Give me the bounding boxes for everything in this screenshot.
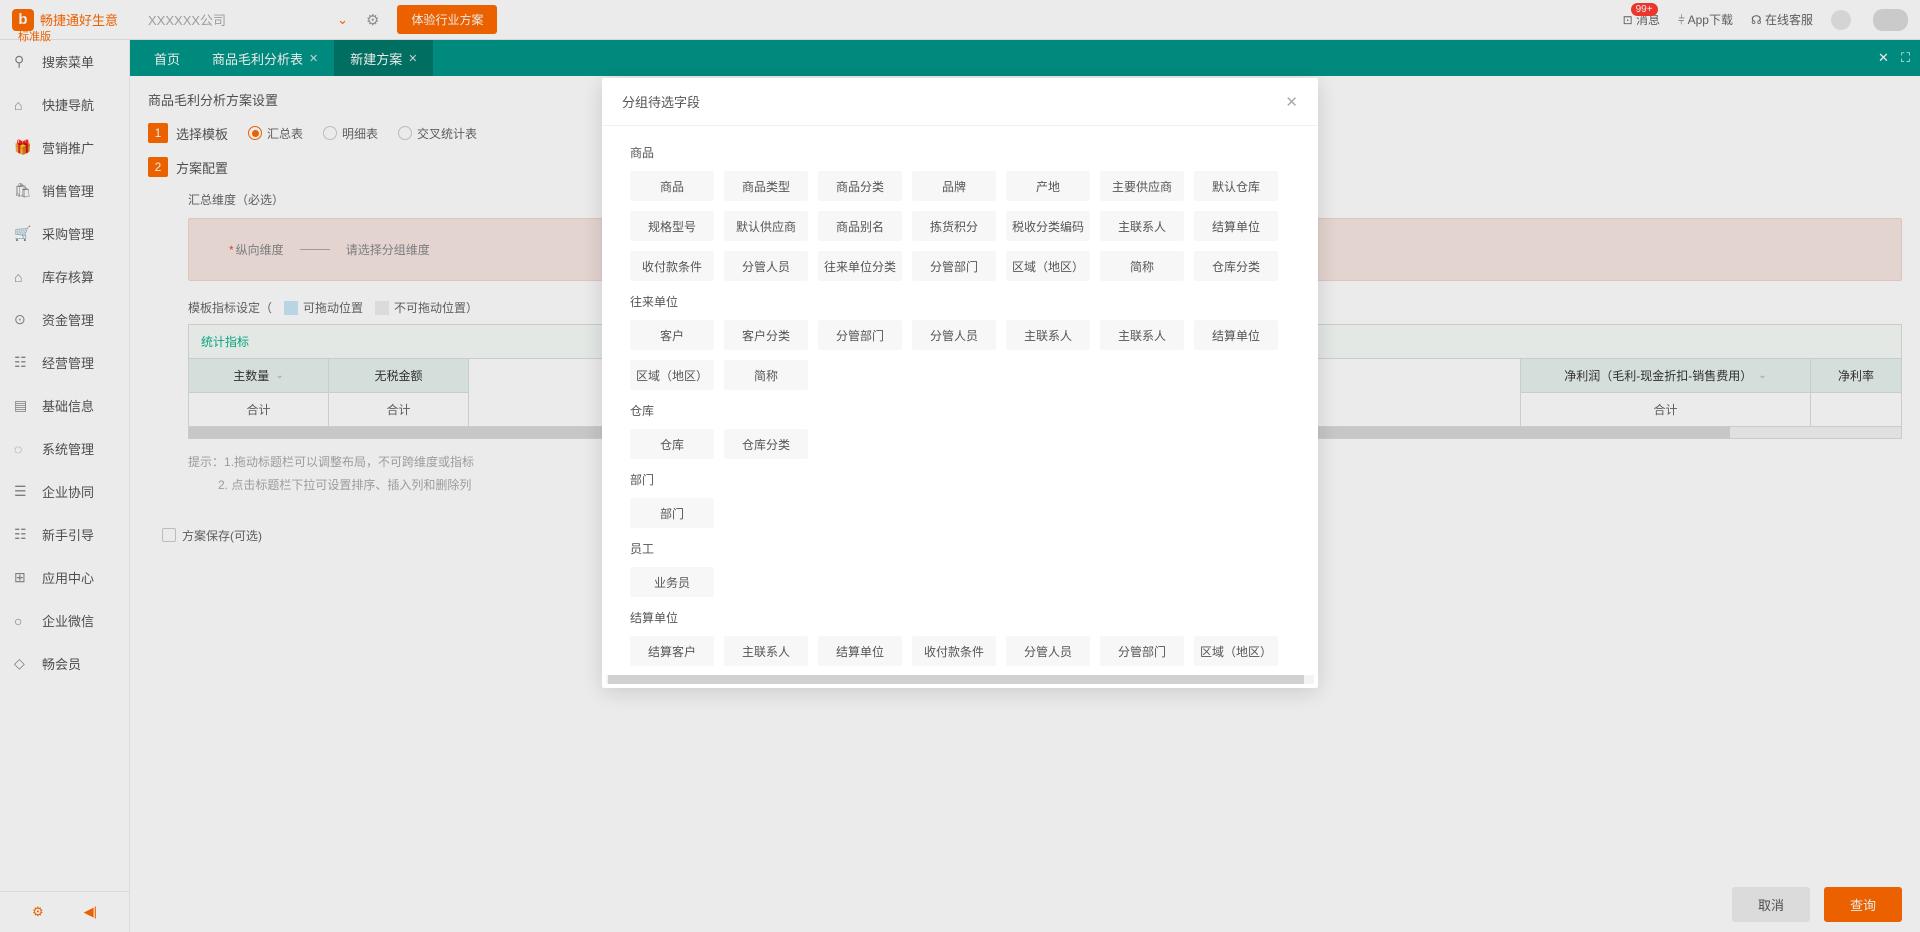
field-group-title: 部门	[630, 471, 1290, 488]
chip-row: 客户客户分类分管部门分管人员主联系人主联系人结算单位区域（地区）简称	[630, 320, 1290, 390]
field-chip[interactable]: 主要供应商	[1100, 171, 1184, 201]
field-chip[interactable]: 品牌	[912, 171, 996, 201]
chip-row: 商品商品类型商品分类品牌产地主要供应商默认仓库规格型号默认供应商商品别名拣货积分…	[630, 171, 1290, 281]
close-icon[interactable]: ✕	[1285, 93, 1298, 111]
field-chip[interactable]: 主联系人	[1006, 320, 1090, 350]
modal-horizontal-scrollbar[interactable]	[606, 675, 1314, 684]
field-group-title: 员工	[630, 540, 1290, 557]
field-group-title: 往来单位	[630, 293, 1290, 310]
field-chip[interactable]: 往来单位分类	[818, 251, 902, 281]
field-chip[interactable]: 分管部门	[818, 320, 902, 350]
field-chip[interactable]: 结算客户	[630, 636, 714, 666]
field-chip[interactable]: 区域（地区）	[630, 360, 714, 390]
field-chip[interactable]: 客户	[630, 320, 714, 350]
field-chip[interactable]: 默认仓库	[1194, 171, 1278, 201]
field-chip[interactable]: 客户分类	[724, 320, 808, 350]
field-chip[interactable]: 简称	[724, 360, 808, 390]
field-chip[interactable]: 区域（地区）	[1194, 636, 1278, 666]
modal-title: 分组待选字段	[622, 92, 700, 111]
field-chip[interactable]: 主联系人	[1100, 211, 1184, 241]
chip-row: 业务员	[630, 567, 1290, 597]
field-chip[interactable]: 收付款条件	[630, 251, 714, 281]
field-chip[interactable]: 结算单位	[1194, 211, 1278, 241]
field-chip[interactable]: 产地	[1006, 171, 1090, 201]
field-chip[interactable]: 结算单位	[1194, 320, 1278, 350]
field-chip[interactable]: 商品类型	[724, 171, 808, 201]
field-chip[interactable]: 商品分类	[818, 171, 902, 201]
field-chip[interactable]: 分管人员	[1006, 636, 1090, 666]
field-chip[interactable]: 仓库	[630, 429, 714, 459]
field-chip[interactable]: 区域（地区）	[1006, 251, 1090, 281]
field-group-title: 仓库	[630, 402, 1290, 419]
field-chip[interactable]: 默认供应商	[724, 211, 808, 241]
field-chip[interactable]: 主联系人	[724, 636, 808, 666]
field-chip[interactable]: 分管人员	[724, 251, 808, 281]
field-chip[interactable]: 简称	[1100, 251, 1184, 281]
field-chip[interactable]: 分管人员	[912, 320, 996, 350]
field-chip[interactable]: 主联系人	[1100, 320, 1184, 350]
field-chip[interactable]: 部门	[630, 498, 714, 528]
field-chip[interactable]: 商品别名	[818, 211, 902, 241]
field-chip[interactable]: 拣货积分	[912, 211, 996, 241]
chip-row: 结算客户主联系人结算单位收付款条件分管人员分管部门区域（地区）简称	[630, 636, 1290, 675]
modal-mask: 分组待选字段 ✕ 商品商品商品类型商品分类品牌产地主要供应商默认仓库规格型号默认…	[0, 0, 1920, 932]
field-chip[interactable]: 结算单位	[818, 636, 902, 666]
field-chip[interactable]: 商品	[630, 171, 714, 201]
field-chip[interactable]: 分管部门	[912, 251, 996, 281]
field-chip[interactable]: 业务员	[630, 567, 714, 597]
field-group-title: 商品	[630, 144, 1290, 161]
field-chip[interactable]: 规格型号	[630, 211, 714, 241]
field-group-title: 结算单位	[630, 609, 1290, 626]
field-chip[interactable]: 仓库分类	[1194, 251, 1278, 281]
modal-body: 商品商品商品类型商品分类品牌产地主要供应商默认仓库规格型号默认供应商商品别名拣货…	[602, 126, 1318, 675]
chip-row: 部门	[630, 498, 1290, 528]
modal-head: 分组待选字段 ✕	[602, 78, 1318, 126]
field-chip[interactable]: 分管部门	[1100, 636, 1184, 666]
field-chip[interactable]: 收付款条件	[912, 636, 996, 666]
field-modal: 分组待选字段 ✕ 商品商品商品类型商品分类品牌产地主要供应商默认仓库规格型号默认…	[602, 78, 1318, 688]
field-chip[interactable]: 税收分类编码	[1006, 211, 1090, 241]
chip-row: 仓库仓库分类	[630, 429, 1290, 459]
field-chip[interactable]: 仓库分类	[724, 429, 808, 459]
